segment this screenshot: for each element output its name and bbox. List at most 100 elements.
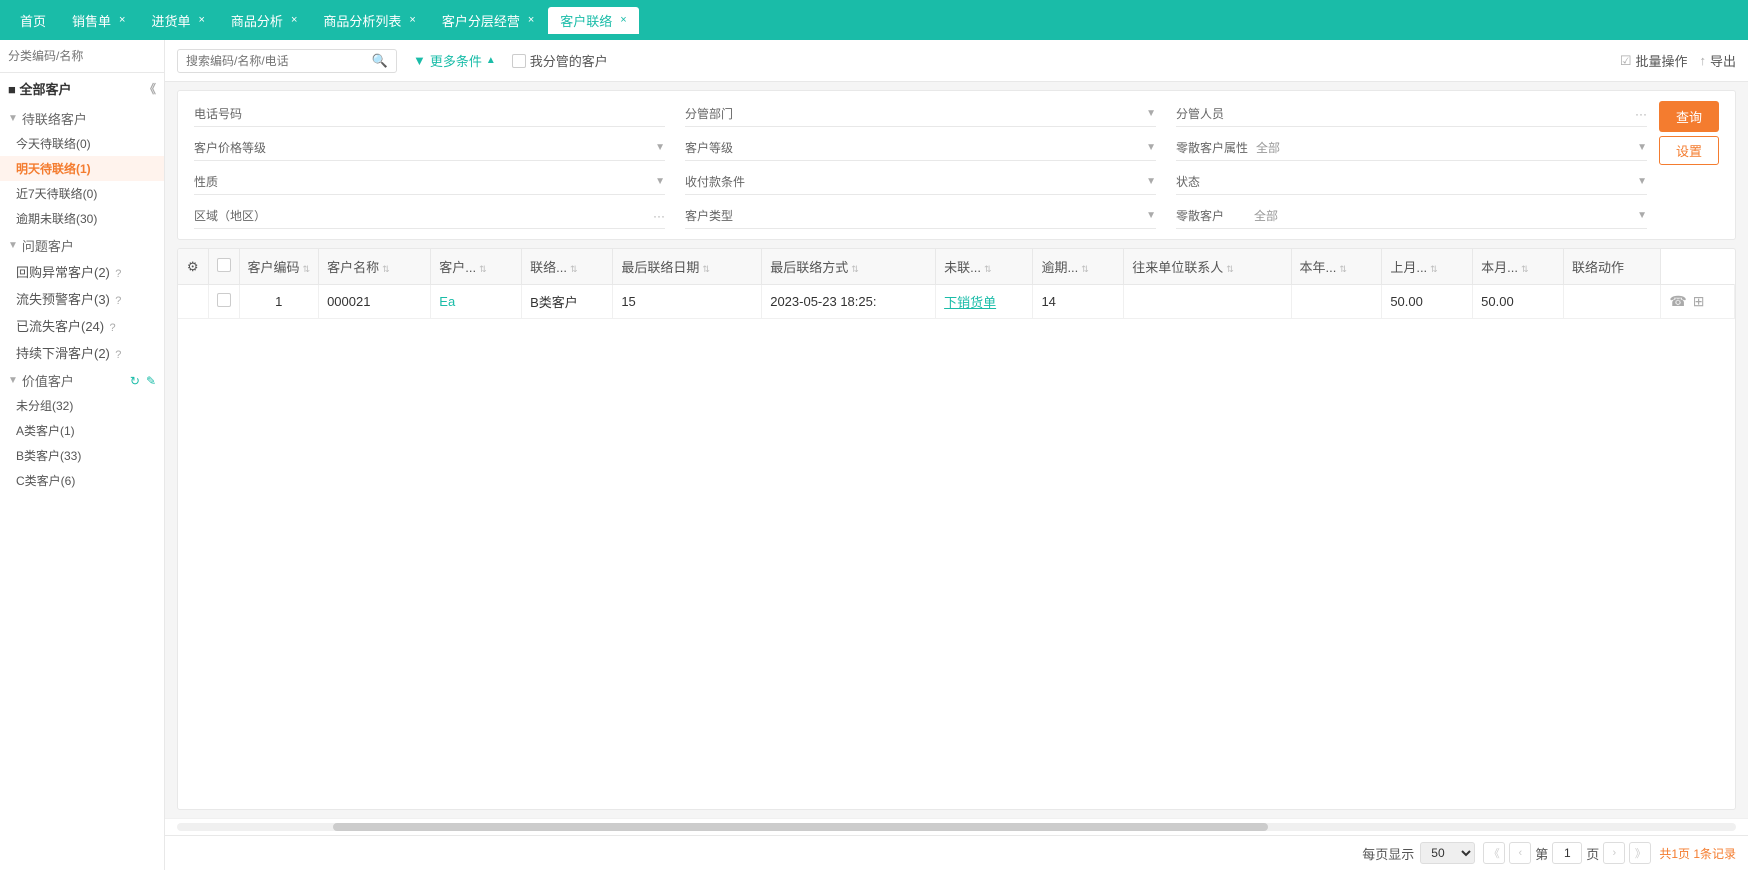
col-unit-contact: 往来单位联系人⇅ <box>1124 249 1291 285</box>
filter-manager-select[interactable]: ··· <box>1254 107 1647 121</box>
row-name[interactable]: Ea <box>431 285 522 319</box>
filter-status-select[interactable]: ▼ <box>1254 176 1647 187</box>
sort-icon[interactable]: ⇅ <box>1339 264 1347 275</box>
filter-dept[interactable]: 分管部门 ▼ <box>685 101 1156 127</box>
sidebar-item-class-a[interactable]: A类客户(1) <box>0 418 164 443</box>
sidebar-item-today[interactable]: 今天待联络(0) <box>0 131 164 156</box>
sort-icon[interactable]: ⇅ <box>984 264 992 275</box>
sort-icon[interactable]: ⇅ <box>570 264 578 275</box>
filter-sparse-attr[interactable]: 零散客户属性 全部 ▼ <box>1176 135 1647 161</box>
sidebar-item-ungrouped[interactable]: 未分组(32) <box>0 393 164 418</box>
row-checkbox[interactable] <box>208 285 239 319</box>
filter-price-level[interactable]: 客户价格等级 ▼ <box>194 135 665 161</box>
filter-nature[interactable]: 性质 ▼ <box>194 169 665 195</box>
nav-home[interactable]: 首页 <box>8 7 58 34</box>
close-icon[interactable]: × <box>409 14 415 26</box>
sidebar-group-problem: ▼ 问题客户 <box>0 231 164 258</box>
sort-icon[interactable]: ⇅ <box>1521 264 1529 275</box>
nav-tab-customer-contact[interactable]: 客户联络 × <box>548 7 638 34</box>
sort-icon[interactable]: ⇅ <box>479 264 487 275</box>
col-year-amount: 本年...⇅ <box>1291 249 1382 285</box>
sort-icon[interactable]: ⇅ <box>1430 264 1438 275</box>
nav-tab-customer-tier[interactable]: 客户分层经营 × <box>430 7 546 34</box>
export-btn[interactable]: ↑ 导出 <box>1699 51 1736 70</box>
query-button[interactable]: 查询 <box>1659 101 1719 132</box>
batch-ops-btn[interactable]: ☑ 批量操作 <box>1620 51 1688 70</box>
nav-next-btn[interactable]: › <box>1603 842 1625 864</box>
sidebar-item-class-c[interactable]: C类客户(6) <box>0 468 164 493</box>
horizontal-scrollbar[interactable] <box>165 818 1748 835</box>
filter-manager[interactable]: 分管人员 ··· <box>1176 101 1647 127</box>
chevron-down-icon: ▼ <box>1637 210 1647 221</box>
main-content: 🔍 ▼ 更多条件 ▲ 我分管的客户 ☑ 批量操作 ↑ 导出 <box>165 40 1748 870</box>
nav-last-btn[interactable]: 》 <box>1629 842 1651 864</box>
filter-payment[interactable]: 收付款条件 ▼ <box>685 169 1156 195</box>
filter-price-select[interactable]: ▼ <box>274 142 665 153</box>
close-icon[interactable]: × <box>528 14 534 26</box>
grid-action-icon[interactable]: ⊞ <box>1693 293 1705 310</box>
sidebar-item-repurchase-abnormal[interactable]: 回购异常客户(2) ? <box>0 258 164 285</box>
sort-icon[interactable]: ⇅ <box>702 264 710 275</box>
select-all-checkbox[interactable] <box>217 258 231 272</box>
sidebar-search-input[interactable] <box>8 49 163 63</box>
table-container: ⚙ 客户编码⇅ 客户名称⇅ 客户...⇅ 联络...⇅ 最后联络日期⇅ 最后联络… <box>177 248 1736 810</box>
nav-tab-purchase[interactable]: 进货单 × <box>139 7 216 34</box>
nav-prev-btn[interactable]: ‹ <box>1509 842 1531 864</box>
dots-icon[interactable]: ··· <box>1635 107 1647 121</box>
sidebar-all-customers[interactable]: ■ 全部客户 《 <box>0 73 164 104</box>
filter-level-select[interactable]: ▼ <box>763 142 1156 153</box>
sidebar-item-churned[interactable]: 已流失客户(24) ? <box>0 312 164 339</box>
sidebar-group-value: ▼ 价值客户 ↻ ✎ <box>0 366 164 393</box>
sort-icon[interactable]: ⇅ <box>851 264 859 275</box>
col-gear[interactable]: ⚙ <box>178 249 208 285</box>
checkbox-icon[interactable] <box>512 54 526 68</box>
sort-icon[interactable]: ⇅ <box>1081 264 1089 275</box>
sidebar-item-tomorrow[interactable]: 明天待联络(1) <box>0 156 164 181</box>
set-button[interactable]: 设置 <box>1659 136 1719 165</box>
page-input[interactable] <box>1552 842 1582 864</box>
filter-sparse-attr-select[interactable]: 全部 ▼ <box>1256 139 1647 156</box>
nav-tab-analysis-list[interactable]: 商品分析列表 × <box>311 7 427 34</box>
collapse-icon[interactable]: 《 <box>144 80 156 97</box>
sidebar-item-declining[interactable]: 持续下滑客户(2) ? <box>0 339 164 366</box>
close-icon[interactable]: × <box>291 14 297 26</box>
filter-level[interactable]: 客户等级 ▼ <box>685 135 1156 161</box>
filter-customer-type[interactable]: 客户类型 ▼ <box>685 203 1156 229</box>
filter-payment-select[interactable]: ▼ <box>763 176 1156 187</box>
row-select-checkbox[interactable] <box>217 293 231 307</box>
search-input[interactable] <box>186 54 368 68</box>
sidebar-item-overdue[interactable]: 逾期未联络(30) <box>0 206 164 231</box>
filter-region-select[interactable]: ··· <box>274 209 665 223</box>
filter-nature-select[interactable]: ▼ <box>272 176 665 187</box>
filter-region[interactable]: 区域（地区） ··· <box>194 203 665 229</box>
filter-sparse-select[interactable]: 全部 ▼ <box>1254 207 1647 224</box>
close-icon[interactable]: × <box>119 14 125 26</box>
per-page-select[interactable]: 50 100 200 <box>1420 842 1475 864</box>
sidebar-item-7days[interactable]: 近7天待联络(0) <box>0 181 164 206</box>
filter-more-btn[interactable]: ▼ 更多条件 ▲ <box>405 48 504 73</box>
close-icon[interactable]: × <box>198 14 204 26</box>
search-icon[interactable]: 🔍 <box>372 53 388 69</box>
nav-tab-sales[interactable]: 销售单 × <box>60 7 137 34</box>
sidebar-item-churn-warning[interactable]: 流失预警客户(3) ? <box>0 285 164 312</box>
sidebar-item-class-b[interactable]: B类客户(33) <box>0 443 164 468</box>
filter-sparse[interactable]: 零散客户 全部 ▼ <box>1176 203 1647 229</box>
phone-action-icon[interactable]: ☎ <box>1669 293 1686 310</box>
filter-dept-select[interactable]: ▼ <box>763 108 1156 119</box>
refresh-icon[interactable]: ↻ <box>130 374 140 388</box>
edit-icon[interactable]: ✎ <box>146 374 156 388</box>
sort-icon[interactable]: ⇅ <box>1226 264 1234 275</box>
filter-phone-input[interactable] <box>272 107 665 121</box>
nav-first-btn[interactable]: 《 <box>1483 842 1505 864</box>
scroll-thumb[interactable] <box>333 823 1268 831</box>
sort-icon[interactable]: ⇅ <box>303 264 311 275</box>
col-checkbox[interactable] <box>208 249 239 285</box>
sort-icon[interactable]: ⇅ <box>382 264 390 275</box>
nav-tab-analysis[interactable]: 商品分析 × <box>219 7 309 34</box>
filter-customer-type-select[interactable]: ▼ <box>763 210 1156 221</box>
close-icon[interactable]: × <box>620 14 626 26</box>
filter-status[interactable]: 状态 ▼ <box>1176 169 1647 195</box>
dots-icon[interactable]: ··· <box>653 209 665 223</box>
my-customers-checkbox[interactable]: 我分管的客户 <box>512 51 608 70</box>
row-last-method[interactable]: 下销货单 <box>936 285 1033 319</box>
